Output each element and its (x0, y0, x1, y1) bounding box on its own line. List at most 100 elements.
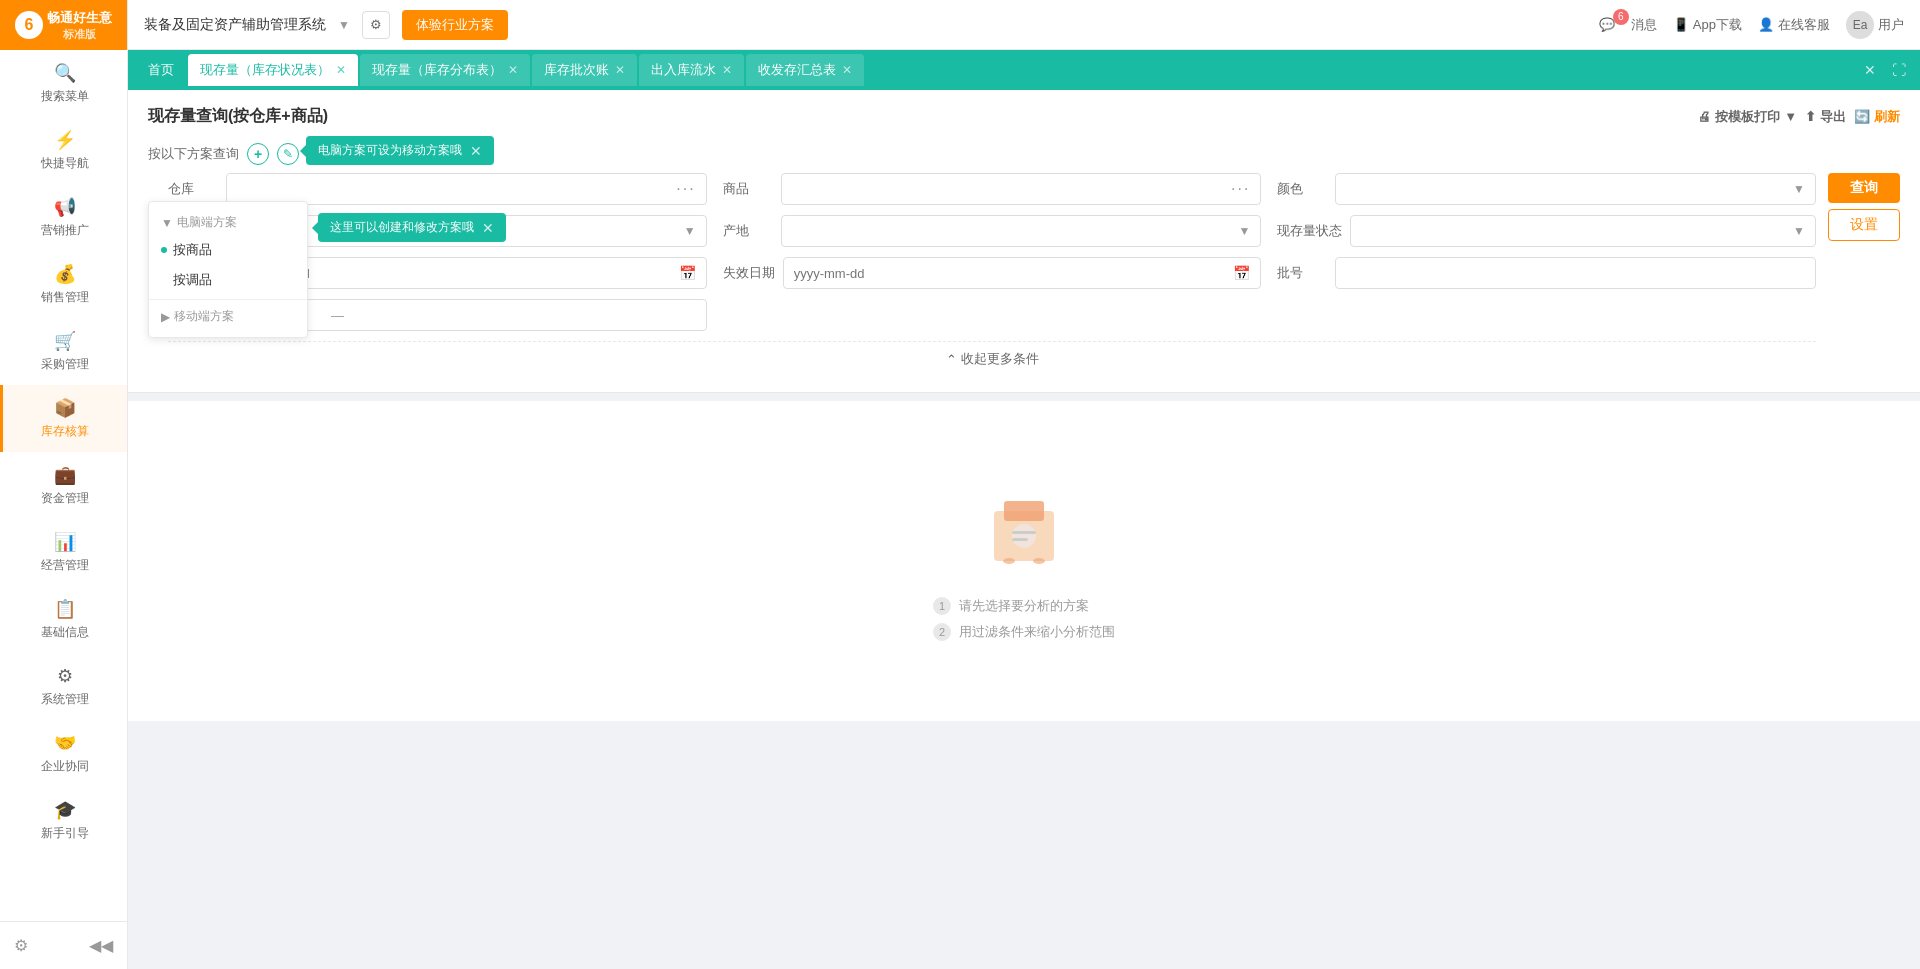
stock-qty-input[interactable]: — (254, 299, 707, 331)
sidebar-item-operations[interactable]: 📊 经营管理 (0, 519, 127, 586)
print-btn[interactable]: 🖨 按模板打印 ▼ (1698, 108, 1797, 126)
sidebar-item-sales[interactable]: 💰 销售管理 (0, 251, 127, 318)
operations-icon: 📊 (54, 531, 76, 553)
sidebar-item-enterprise[interactable]: 🤝 企业协同 (0, 720, 127, 787)
sidebar-item-finance[interactable]: 💼 资金管理 (0, 452, 127, 519)
origin-label: 产地 (723, 222, 773, 240)
stock-status-input[interactable]: ▼ (1350, 215, 1816, 247)
sidebar-item-inventory[interactable]: 📦 库存核算 (0, 385, 127, 452)
top-header: 装备及固定资产辅助管理系统 ▼ ⚙ 体验行业方案 💬 6 消息 📱 App下载 … (128, 0, 1920, 50)
refresh-icon: 🔄 (1854, 109, 1870, 124)
sidebar-item-label-system: 系统管理 (41, 691, 89, 708)
finance-icon: 💼 (54, 464, 76, 486)
scheme-item-by-item[interactable]: 按调品 (149, 265, 307, 295)
scheme-tooltip-close[interactable]: ✕ (470, 143, 482, 159)
collapse-label: 收起更多条件 (961, 350, 1039, 368)
sidebar-item-guide[interactable]: 🎓 新手引导 (0, 787, 127, 854)
expire-date-from[interactable] (794, 266, 1228, 281)
gear-button[interactable]: ⚙ (362, 11, 390, 39)
collapse-button[interactable]: ⌃ 收起更多条件 (946, 350, 1039, 368)
scheme-item-by-product[interactable]: 按商品 (149, 235, 307, 265)
scheme-section-pc: ▼ 电脑端方案 (149, 210, 307, 235)
scheme-area: ▼ 电脑端方案 按商品 按调品 ▶ (148, 173, 1900, 376)
sidebar-item-basic[interactable]: 📋 基础信息 (0, 586, 127, 653)
produce-date-cal-icon[interactable]: 📅 (679, 265, 696, 281)
quicknav-icon: ⚡ (54, 129, 76, 151)
scheme-divider (149, 299, 307, 300)
stock-qty-to[interactable] (350, 308, 410, 323)
sidebar-item-marketing[interactable]: 📢 营销推广 (0, 184, 127, 251)
tab-close-inventory-status[interactable]: ✕ (336, 63, 346, 77)
trial-button[interactable]: 体验行业方案 (402, 10, 508, 40)
tab-label-inventory-dist: 现存量（库存分布表） (372, 61, 502, 79)
sidebar-item-search[interactable]: 🔍 搜索菜单 (0, 50, 127, 117)
expire-date-input[interactable]: 📅 (783, 257, 1262, 289)
tab-close-flow[interactable]: ✕ (722, 63, 732, 77)
tab-flow[interactable]: 出入库流水 ✕ (639, 54, 744, 86)
hint-text-1: 请先选择要分析的方案 (959, 597, 1089, 615)
export-btn[interactable]: ⬆ 导出 (1805, 108, 1846, 126)
sidebar-item-label-quicknav: 快捷导航 (41, 155, 89, 172)
product-input[interactable]: ··· (781, 173, 1262, 205)
filter-section: 按以下方案查询 + ✎ 电脑方案可设为移动方案哦 ✕ ← (148, 143, 1900, 376)
edit-icon: ✎ (283, 147, 293, 161)
batch-label: 批号 (1277, 264, 1327, 282)
user-menu-button[interactable]: Ea 用户 (1846, 11, 1904, 39)
search-menu-icon: 🔍 (54, 62, 76, 84)
collapse-sidebar-btn[interactable]: ◀◀ (85, 932, 117, 959)
tab-inventory-dist[interactable]: 现存量（库存分布表） ✕ (360, 54, 530, 86)
tab-label-inventory-status: 现存量（库存状况表） (200, 61, 330, 79)
tab-summary[interactable]: 收发存汇总表 ✕ (746, 54, 864, 86)
inventory-icon: 📦 (54, 397, 76, 419)
dot-icon2 (161, 277, 167, 283)
expire-date-label: 失效日期 (723, 264, 775, 282)
sidebar-item-label-purchase: 采购管理 (41, 356, 89, 373)
tab-close-inventory-dist[interactable]: ✕ (508, 63, 518, 77)
app-download-button[interactable]: 📱 App下载 (1673, 16, 1742, 34)
hint-text-2: 用过滤条件来缩小分析范围 (959, 623, 1115, 641)
stock-status-arrow: ▼ (1793, 224, 1805, 238)
color-input[interactable]: ▼ (1335, 173, 1816, 205)
warehouse-label: 仓库 (168, 180, 218, 198)
dot-icon (161, 247, 167, 253)
tab-close-all-btn[interactable]: ✕ (1858, 58, 1882, 82)
search-button[interactable]: 查询 (1828, 173, 1900, 203)
origin-input[interactable]: ▼ (781, 215, 1262, 247)
filter-label: 按以下方案查询 (148, 145, 239, 163)
color-arrow: ▼ (1793, 182, 1805, 196)
tab-close-batch-account[interactable]: ✕ (615, 63, 625, 77)
expire-date-cal-icon[interactable]: 📅 (1233, 265, 1250, 281)
sidebar-item-label-sales: 销售管理 (41, 289, 89, 306)
tab-batch-account[interactable]: 库存批次账 ✕ (532, 54, 637, 86)
logo-title: 畅通好生意 (47, 9, 112, 27)
filter-add-button[interactable]: + (247, 143, 269, 165)
reset-button[interactable]: 设置 (1828, 209, 1900, 241)
message-button[interactable]: 💬 6 消息 (1599, 16, 1657, 34)
sidebar-item-label-marketing: 营销推广 (41, 222, 89, 239)
tab-maximize-btn[interactable]: ⛶ (1886, 58, 1912, 82)
hint-number-2: 2 (933, 623, 951, 641)
sidebar-item-label-enterprise: 企业协同 (41, 758, 89, 775)
tab-inventory-status[interactable]: 现存量（库存状况表） ✕ (188, 54, 358, 86)
refresh-btn[interactable]: 🔄 刷新 (1854, 108, 1900, 126)
online-support-button[interactable]: 👤 在线客服 (1758, 16, 1830, 34)
svg-rect-1 (1004, 501, 1044, 521)
system-name-label: 装备及固定资产辅助管理系统 (144, 16, 326, 34)
sidebar-item-quicknav[interactable]: ⚡ 快捷导航 (0, 117, 127, 184)
tab-home[interactable]: 首页 (136, 54, 186, 86)
filter-edit-button[interactable]: ✎ 电脑方案可设为移动方案哦 ✕ (277, 143, 299, 165)
edit-tooltip-close[interactable]: ✕ (482, 220, 494, 236)
sidebar-item-purchase[interactable]: 🛒 采购管理 (0, 318, 127, 385)
enterprise-icon: 🤝 (54, 732, 76, 754)
batch-input[interactable] (1335, 257, 1816, 289)
size-arrow: ▼ (684, 224, 696, 238)
logo-icon: 6 (15, 11, 43, 39)
sidebar-item-system[interactable]: ⚙ 系统管理 (0, 653, 127, 720)
page-title-row: 现存量查询(按仓库+商品) 🖨 按模板打印 ▼ ⬆ 导出 🔄 刷新 (148, 106, 1900, 127)
tab-close-summary[interactable]: ✕ (842, 63, 852, 77)
action-buttons: 查询 设置 (1828, 173, 1900, 376)
export-icon: ⬆ (1805, 109, 1816, 124)
edit-tooltip: 这里可以创建和修改方案哦 ✕ (318, 213, 506, 242)
settings-bottom-btn[interactable]: ⚙ (10, 932, 32, 959)
empty-hints: 1 请先选择要分析的方案 2 用过滤条件来缩小分析范围 (933, 597, 1115, 641)
